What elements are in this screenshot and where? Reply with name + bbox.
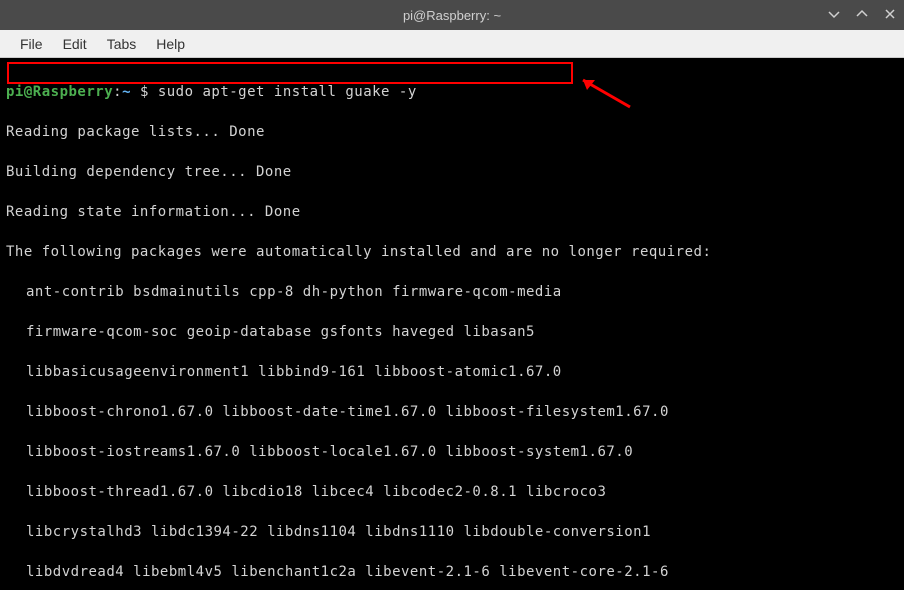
titlebar-controls bbox=[828, 8, 896, 23]
menubar: File Edit Tabs Help bbox=[0, 30, 904, 58]
window-title: pi@Raspberry: ~ bbox=[403, 8, 501, 23]
command-text: sudo apt-get install guake -y bbox=[158, 84, 417, 100]
package-line: libbasicusageenvironment1 libbind9-161 l… bbox=[6, 362, 898, 382]
menu-file[interactable]: File bbox=[10, 36, 53, 52]
package-line: libboost-thread1.67.0 libcdio18 libcec4 … bbox=[6, 482, 898, 502]
maximize-icon[interactable] bbox=[856, 8, 868, 23]
prompt-dollar: $ bbox=[131, 84, 158, 100]
menu-edit[interactable]: Edit bbox=[53, 36, 97, 52]
minimize-icon[interactable] bbox=[828, 8, 840, 23]
package-line: libboost-iostreams1.67.0 libboost-locale… bbox=[6, 442, 898, 462]
output-line: Building dependency tree... Done bbox=[6, 162, 898, 182]
close-icon[interactable] bbox=[884, 8, 896, 23]
prompt-path: ~ bbox=[122, 84, 131, 100]
terminal[interactable]: pi@Raspberry:~ $ sudo apt-get install gu… bbox=[0, 58, 904, 590]
package-line: libdvdread4 libebml4v5 libenchant1c2a li… bbox=[6, 562, 898, 582]
menu-help[interactable]: Help bbox=[146, 36, 195, 52]
titlebar: pi@Raspberry: ~ bbox=[0, 0, 904, 30]
package-line: libcrystalhd3 libdc1394-22 libdns1104 li… bbox=[6, 522, 898, 542]
package-line: firmware-qcom-soc geoip-database gsfonts… bbox=[6, 322, 898, 342]
output-line: Reading state information... Done bbox=[6, 202, 898, 222]
package-line: ant-contrib bsdmainutils cpp-8 dh-python… bbox=[6, 282, 898, 302]
prompt-line: pi@Raspberry:~ $ sudo apt-get install gu… bbox=[6, 82, 898, 102]
prompt-colon: : bbox=[113, 84, 122, 100]
menu-tabs[interactable]: Tabs bbox=[97, 36, 147, 52]
output-line: Reading package lists... Done bbox=[6, 122, 898, 142]
prompt-user-host: pi@Raspberry bbox=[6, 84, 113, 100]
package-line: libboost-chrono1.67.0 libboost-date-time… bbox=[6, 402, 898, 422]
output-line: The following packages were automaticall… bbox=[6, 242, 898, 262]
